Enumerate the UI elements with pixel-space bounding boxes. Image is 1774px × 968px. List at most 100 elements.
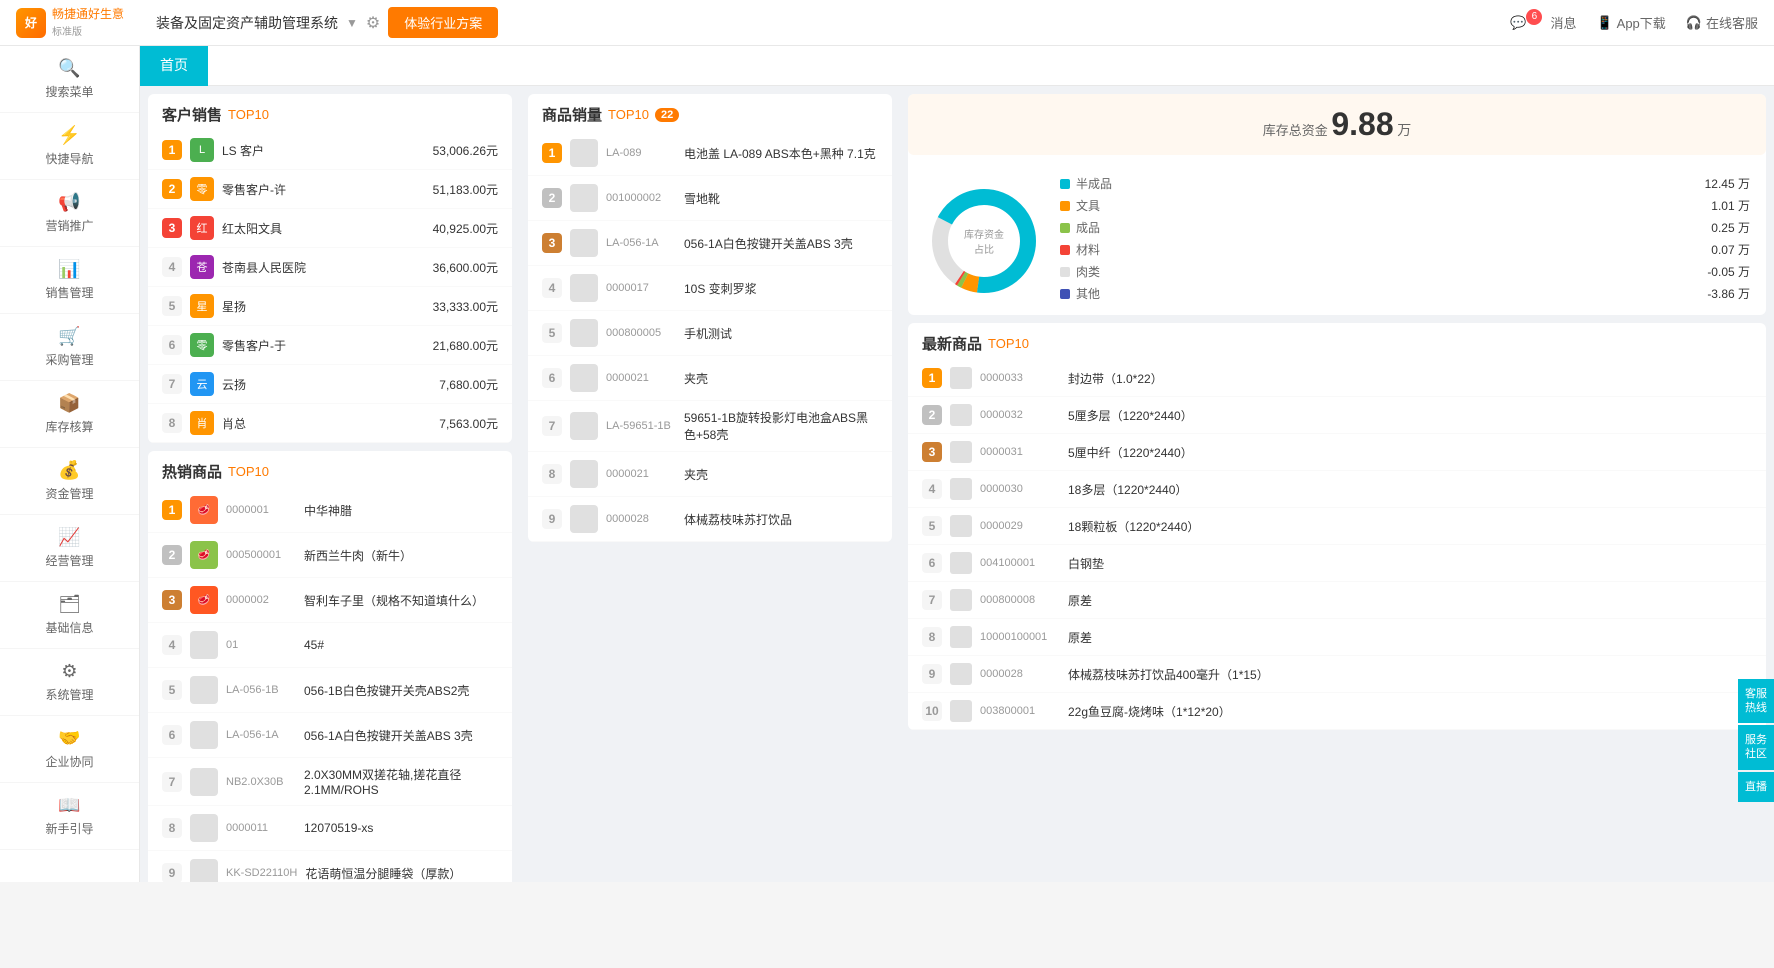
legend-item: 半成品 12.45 万	[1060, 175, 1750, 192]
rank-num-7: 7	[162, 374, 182, 394]
online-service-action[interactable]: 🎧 在线客服	[1686, 13, 1758, 32]
product-name: 10S 变刺罗浆	[684, 280, 878, 297]
list-item: 5 000800005 手机测试	[528, 311, 892, 356]
gear-icon[interactable]: ⚙	[366, 13, 380, 33]
sidebar-item-finance[interactable]: 💰 资金管理	[0, 448, 139, 515]
list-item: 2 001000002 雪地靴	[528, 176, 892, 221]
product-code: LA-056-1A	[226, 729, 296, 741]
legend-value: -3.86 万	[1707, 285, 1750, 302]
sidebar-item-inventory[interactable]: 📦 库存核算	[0, 381, 139, 448]
product-name: 18多层（1220*2440）	[1068, 481, 1752, 498]
product-name: 夹壳	[684, 370, 878, 387]
product-image	[570, 364, 598, 392]
customer-rank-card: 客户销售 TOP10 1 L LS 客户 53,006.26元 2 零 零售客户…	[148, 94, 512, 443]
new-products-list: 1 0000033 封边带（1.0*22） 2 0000032 5厘多层（122…	[908, 360, 1766, 730]
sidebar-item-basics[interactable]: 🗂 基础信息	[0, 582, 139, 649]
inventory-total-value: 9.88	[1331, 106, 1393, 142]
rank-num: 3	[162, 590, 182, 610]
product-image	[570, 229, 598, 257]
sold-products-list: 1 LA-089 电池盖 LA-089 ABS本色+黑种 7.1克 2 0010…	[528, 131, 892, 542]
product-code: 0000028	[980, 668, 1060, 680]
cs-hotline-btn[interactable]: 客服热线	[1738, 679, 1774, 724]
rank-num: 6	[922, 553, 942, 573]
sidebar-item-purchase[interactable]: 🛒 采购管理	[0, 314, 139, 381]
product-name: 056-1B白色按键开关壳ABS2壳	[304, 682, 498, 699]
product-image: 🥩	[190, 496, 218, 524]
product-image: 🥩	[190, 586, 218, 614]
rank-num-1: 1	[162, 140, 182, 160]
product-name: 5厘中纤（1220*2440）	[1068, 444, 1752, 461]
product-image	[950, 404, 972, 426]
sidebar-item-search[interactable]: 🔍 搜索菜单	[0, 46, 139, 113]
product-image	[190, 721, 218, 749]
sales-icon: 📊	[58, 259, 80, 280]
logo-icon-text: 好	[25, 14, 37, 31]
list-item: 7 000800008 原差	[908, 582, 1766, 619]
legend-item: 文具 1.01 万	[1060, 197, 1750, 214]
customer-value: 53,006.26元	[433, 142, 498, 159]
customer-value: 33,333.00元	[433, 298, 498, 315]
donut-center-label: 库存资金占比	[964, 226, 1004, 256]
product-image	[570, 319, 598, 347]
customer-avatar: 云	[190, 372, 214, 396]
product-code: KK-SD22110H	[226, 867, 297, 879]
list-item: 6 LA-056-1A 056-1A白色按键开关盖ABS 3壳	[148, 713, 512, 758]
list-item: 8 0000021 夹壳	[528, 452, 892, 497]
product-code: 0000033	[980, 372, 1060, 384]
product-code: LA-056-1B	[226, 684, 296, 696]
product-image	[190, 676, 218, 704]
product-image	[950, 663, 972, 685]
guide-icon: 📖	[58, 795, 80, 816]
product-code: 001000002	[606, 192, 676, 204]
list-item: 1 🥩 0000001 中华神腊	[148, 488, 512, 533]
legend-name: 成品	[1076, 219, 1705, 236]
product-code: 000500001	[226, 549, 296, 561]
list-item: 7 NB2.0X30B 2.0X30MM双搓花轴,搓花直径2.1MM/ROHS	[148, 758, 512, 806]
table-row: 3 红 红太阳文具 40,925.00元	[148, 209, 512, 248]
sidebar-item-sales[interactable]: 📊 销售管理	[0, 247, 139, 314]
sidebar-item-guide[interactable]: 📖 新手引导	[0, 783, 139, 850]
new-products-title-text: 最新商品	[922, 333, 982, 354]
app-download-action[interactable]: 📱 App下载	[1596, 13, 1665, 32]
rank-num: 9	[922, 664, 942, 684]
sidebar-item-system[interactable]: ⚙ 系统管理	[0, 649, 139, 716]
hot-products-card: 热销商品 TOP10 1 🥩 0000001 中华神腊 2 🥩 00050000…	[148, 451, 512, 882]
trial-button[interactable]: 体验行业方案	[388, 7, 498, 38]
column-3: 库存总资金 9.88 万	[900, 86, 1774, 882]
product-image	[950, 441, 972, 463]
sidebar-item-marketing[interactable]: 📢 营销推广	[0, 180, 139, 247]
sidebar-label-search: 搜索菜单	[45, 83, 93, 100]
product-code: 000800005	[606, 327, 676, 339]
sidebar-label-enterprise: 企业协同	[45, 753, 93, 770]
rank-num: 4	[922, 479, 942, 499]
customer-name: 苍南县人民医院	[222, 259, 425, 276]
rank-num: 8	[922, 627, 942, 647]
sidebar-label-finance: 资金管理	[45, 485, 93, 502]
cs-community-btn[interactable]: 服务社区	[1738, 725, 1774, 770]
product-code: 0000002	[226, 594, 296, 606]
list-item: 10 003800001 22g鱼豆腐-烧烤味（1*12*20）	[908, 693, 1766, 730]
product-name: 中华神腊	[304, 502, 498, 519]
list-item: 1 0000033 封边带（1.0*22）	[908, 360, 1766, 397]
legend-name: 其他	[1076, 285, 1701, 302]
sidebar-item-quicknav[interactable]: ⚡ 快捷导航	[0, 113, 139, 180]
rank-num: 6	[162, 725, 182, 745]
legend-name: 材料	[1076, 241, 1705, 258]
cs-live-btn[interactable]: 直播	[1738, 772, 1774, 802]
legend-item: 肉类 -0.05 万	[1060, 263, 1750, 280]
sidebar-item-enterprise[interactable]: 🤝 企业协同	[0, 716, 139, 783]
system-title-arrow[interactable]: ▼	[346, 16, 358, 30]
product-image	[570, 139, 598, 167]
legend-dot	[1060, 223, 1070, 233]
list-item: 8 0000011 12070519-xs	[148, 806, 512, 851]
product-name: 2.0X30MM双搓花轴,搓花直径2.1MM/ROHS	[304, 766, 498, 797]
legend-item: 其他 -3.86 万	[1060, 285, 1750, 302]
legend-value: 1.01 万	[1711, 197, 1750, 214]
rank-num-8: 8	[162, 413, 182, 433]
hot-products-title: 热销商品 TOP10	[148, 451, 512, 488]
product-image: 🥩	[190, 541, 218, 569]
product-image	[950, 700, 972, 722]
message-action[interactable]: 💬 6 消息	[1510, 13, 1576, 32]
tab-home[interactable]: 首页	[140, 46, 208, 86]
sidebar-item-operations[interactable]: 📈 经营管理	[0, 515, 139, 582]
